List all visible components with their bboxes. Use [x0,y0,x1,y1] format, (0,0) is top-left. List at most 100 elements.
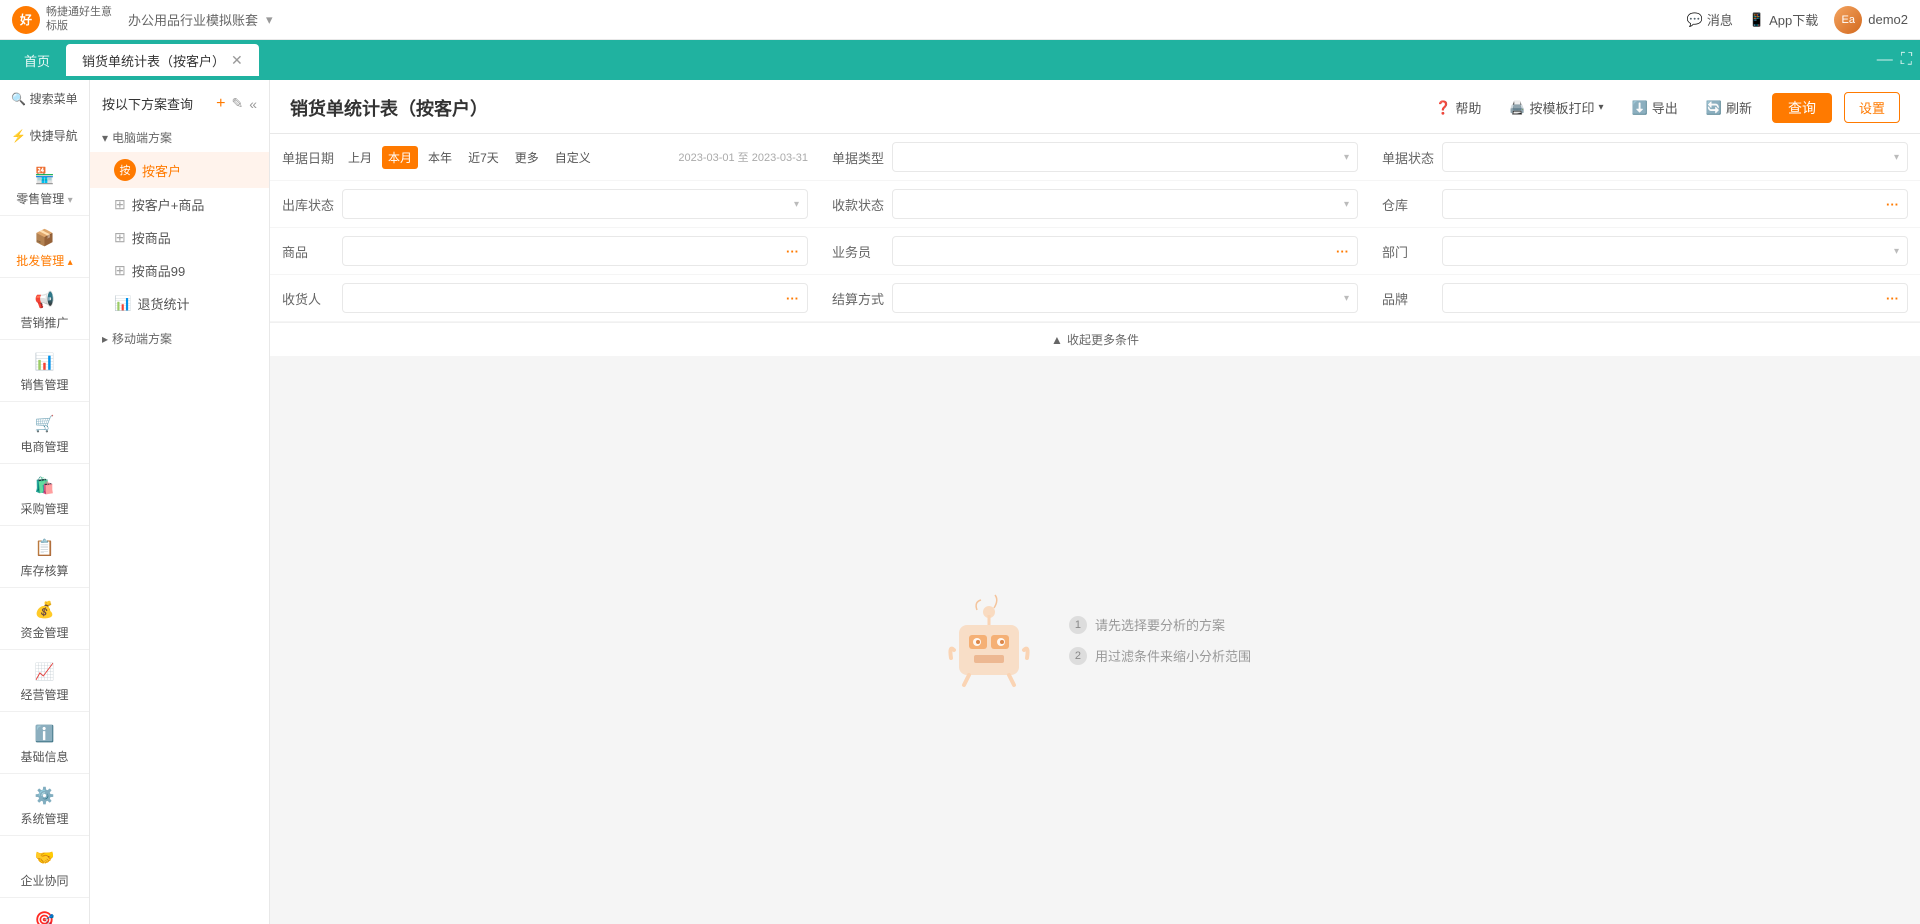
filter-row-2: 出库状态 ▾ 收款状态 ▾ 仓库 [270,181,1920,228]
receive-status-label: 收款状态 [832,195,884,214]
dept-label: 部门 [1382,242,1434,261]
avatar: Ea [1834,6,1862,34]
help-btn[interactable]: ❓ 帮助 [1427,94,1489,121]
user-profile-btn[interactable]: Ea demo2 [1834,6,1908,34]
date-tab-thisyear[interactable]: 本年 [422,146,458,169]
query-btn[interactable]: 查询 [1772,93,1832,123]
search-icon: 🔍 [11,92,26,106]
date-tab-lastmonth[interactable]: 上月 [342,146,378,169]
scheme-item-return-stats[interactable]: 📊 退货统计 [90,287,269,320]
filter-row-4: 收货人 ··· 结算方式 ▾ 品牌 [270,275,1920,322]
scheme-add-btn[interactable]: + [216,95,225,113]
template-print-btn[interactable]: 🖨️ 按模板打印 ▾ [1501,94,1611,121]
sidebar-item-retail[interactable]: 🏪 零售管理 ▾ [0,154,89,216]
tab-maximize-btn[interactable]: ⛶ [1901,51,1912,69]
breadcrumb-dropdown[interactable]: ▾ [266,12,273,28]
voucher-status-input[interactable]: ▾ [1442,142,1908,172]
sidebar-item-finance[interactable]: 💰 资金管理 [0,588,89,650]
receiver-input[interactable]: ··· [342,283,808,313]
guide-icon: 🎯 [4,910,85,924]
date-label: 单据日期 [282,148,334,167]
staff-label: 业务员 [832,242,884,261]
scheme-item-by-goods[interactable]: ⊞ 按商品 [90,221,269,254]
tab-home[interactable]: 首页 [8,44,66,76]
date-tab-7days[interactable]: 近7天 [462,146,505,169]
sidebar-item-ecommerce[interactable]: 🛒 电商管理 [0,402,89,464]
tab-bar-actions: — ⛶ [1877,51,1912,69]
tab-sales-stats[interactable]: 销货单统计表（按客户） ✕ [66,44,259,76]
scheme-item-icon2: ⊞ [114,229,126,246]
scheme-edit-btn[interactable]: ✎ [231,95,243,112]
empty-state-content: 1 请先选择要分析的方案 2 用过滤条件来缩小分析范围 [939,590,1251,690]
tab-close-icon[interactable]: ✕ [231,53,243,67]
sidebar: 🔍 搜索菜单 ⚡ 快捷导航 🏪 零售管理 ▾ 📦 批发管理 ▴ 📢 营销推广 📊… [0,80,90,924]
receiver-label: 收货人 [282,289,334,308]
sidebar-item-purchase[interactable]: 🛍️ 采购管理 [0,464,89,526]
page-actions: ❓ 帮助 🖨️ 按模板打印 ▾ ⬇️ 导出 🔄 刷新 [1427,92,1900,123]
sidebar-item-wholesale[interactable]: 📦 批发管理 ▴ [0,216,89,278]
filter-cell-brand: 品牌 ··· [1370,275,1920,322]
purchase-icon: 🛍️ [4,476,85,496]
filter-cell-dept: 部门 ▾ [1370,228,1920,275]
brand-input[interactable]: ··· [1442,283,1908,313]
goods-input[interactable]: ··· [342,236,808,266]
date-tab-custom[interactable]: 自定义 [549,146,597,169]
settlement-input[interactable]: ▾ [892,283,1358,313]
filter-cell-warehouse: 仓库 ··· [1370,181,1920,228]
scheme-item-goods99[interactable]: ⊞ 按商品99 [90,254,269,287]
collab-icon: 🤝 [4,848,85,868]
system-icon: ⚙️ [4,786,85,806]
shortcut-icon: ⚡ [11,129,26,143]
scheme-item-by-customer[interactable]: 按 按客户 [90,152,269,188]
empty-state: 1 请先选择要分析的方案 2 用过滤条件来缩小分析范围 [270,356,1920,924]
sidebar-item-marketing[interactable]: 📢 营销推广 [0,278,89,340]
collapse-row[interactable]: ▲ 收起更多条件 [270,322,1920,356]
out-status-input[interactable]: ▾ [342,189,808,219]
message-btn[interactable]: 💬 消息 [1687,10,1733,29]
help-icon: ❓ [1435,100,1451,116]
logo-icon: 好 [12,6,40,34]
refresh-icon: 🔄 [1706,100,1722,116]
filter-cell-date: 单据日期 上月 本月 本年 近7天 更多 自定义 2023-03-01 至 20… [270,134,820,181]
sidebar-item-shortcut[interactable]: ⚡ 快捷导航 [0,117,89,154]
warehouse-input[interactable]: ··· [1442,189,1908,219]
date-tab-more[interactable]: 更多 [509,146,545,169]
top-header-left: 好 畅捷通好生意 标版 办公用品行业模拟账套 ▾ [12,6,273,34]
warehouse-label: 仓库 [1382,195,1434,214]
date-tab-thismonth[interactable]: 本月 [382,146,418,169]
tab-minimize-btn[interactable]: — [1877,51,1893,69]
content-area: 销货单统计表（按客户） ❓ 帮助 🖨️ 按模板打印 ▾ ⬇️ 导出 [270,80,1920,924]
top-header: 好 畅捷通好生意 标版 办公用品行业模拟账套 ▾ 💬 消息 📱 App下载 Ea… [0,0,1920,40]
scheme-collapse-btn[interactable]: « [249,96,257,112]
wholesale-icon: 📦 [4,228,85,248]
scheme-group-desktop: ▾ 电脑端方案 按 按客户 ⊞ 按客户+商品 ⊞ 按商品 ⊞ 按商品99 📊 退… [90,123,269,320]
sidebar-item-sales[interactable]: 📊 销售管理 [0,340,89,402]
receive-status-input[interactable]: ▾ [892,189,1358,219]
scheme-item-icon3: ⊞ [114,262,126,279]
scheme-group-mobile-title[interactable]: ▸ 移动端方案 [90,324,269,353]
empty-tips: 1 请先选择要分析的方案 2 用过滤条件来缩小分析范围 [1069,615,1251,665]
sidebar-item-operation[interactable]: 📈 经营管理 [0,650,89,712]
sidebar-item-inventory[interactable]: 📋 库存核算 [0,526,89,588]
sidebar-item-search[interactable]: 🔍 搜索菜单 [0,80,89,117]
scheme-group-desktop-title[interactable]: ▾ 电脑端方案 [90,123,269,152]
app-download-btn[interactable]: 📱 App下载 [1749,10,1818,29]
sidebar-item-guide[interactable]: 🎯 新手引导 [0,898,89,924]
filter-row-3: 商品 ··· 业务员 ··· 部门 [270,228,1920,275]
empty-illustration [939,590,1039,690]
filter-cell-out-status: 出库状态 ▾ [270,181,820,228]
scheme-item-customer-goods[interactable]: ⊞ 按客户+商品 [90,188,269,221]
sidebar-item-collab[interactable]: 🤝 企业协同 [0,836,89,898]
date-tabs: 上月 本月 本年 近7天 更多 自定义 [342,146,666,169]
voucher-type-input[interactable]: ▾ [892,142,1358,172]
settlement-label: 结算方式 [832,289,884,308]
logo-text: 畅捷通好生意 标版 [46,6,112,32]
dept-input[interactable]: ▾ [1442,236,1908,266]
sidebar-item-system[interactable]: ⚙️ 系统管理 [0,774,89,836]
refresh-btn[interactable]: 🔄 刷新 [1698,94,1760,121]
export-btn[interactable]: ⬇️ 导出 [1624,94,1686,121]
sidebar-item-basic[interactable]: ℹ️ 基础信息 [0,712,89,774]
staff-input[interactable]: ··· [892,236,1358,266]
date-range-text: 2023-03-01 至 2023-03-31 [678,149,808,165]
settings-btn[interactable]: 设置 [1844,92,1900,123]
